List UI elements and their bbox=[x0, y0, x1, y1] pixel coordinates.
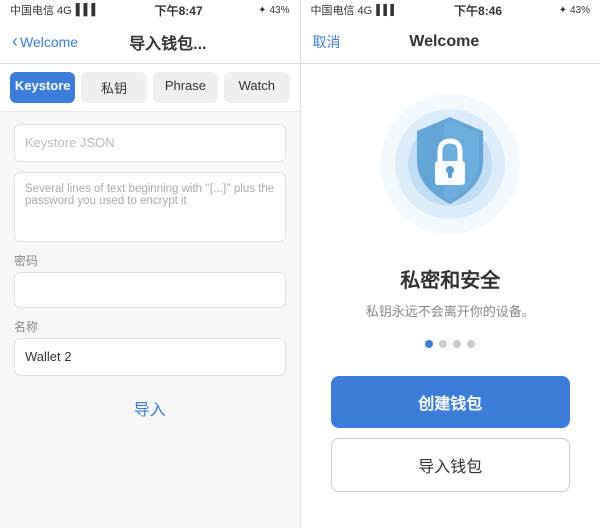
welcome-title: 私密和安全 bbox=[400, 264, 500, 293]
battery-right-wrap: ✦ 43% bbox=[559, 5, 590, 16]
status-bar-left: 中国电信 4G ▌▌▌ 下午8:47 ✦ 43% bbox=[0, 0, 300, 20]
password-section: 密码 bbox=[14, 252, 286, 308]
dot-4 bbox=[467, 340, 475, 348]
wallet-name-input[interactable]: Wallet 2 bbox=[14, 338, 286, 376]
status-bar-right: 中国电信 4G ▌▌▌ 下午8:46 ✦ 43% bbox=[301, 0, 600, 20]
status-carrier-left: 中国电信 4G ▌▌▌ bbox=[10, 2, 99, 18]
action-buttons: 创建钱包 导入钱包 bbox=[321, 376, 581, 492]
import-button[interactable]: 导入 bbox=[134, 396, 166, 420]
import-button-wrap: 导入 bbox=[14, 386, 286, 420]
welcome-subtitle: 私钥永远不会离开你的设备。 bbox=[366, 301, 535, 320]
dots-indicator bbox=[425, 340, 475, 348]
import-wallet-button[interactable]: 导入钱包 bbox=[331, 438, 571, 492]
battery-left: 43% bbox=[269, 5, 289, 16]
welcome-content: 私密和安全 私钥永远不会离开你的设备。 创建钱包 导入钱包 bbox=[301, 64, 600, 528]
dot-2 bbox=[439, 340, 447, 348]
keystore-field: Keystore JSON bbox=[14, 124, 286, 162]
status-right-left-area: 中国电信 4G ▌▌▌ bbox=[311, 2, 398, 18]
tab-bar: Keystore 私钥 Phrase Watch bbox=[0, 64, 300, 112]
right-panel: 中国电信 4G ▌▌▌ 下午8:46 ✦ 43% 取消 Welcome bbox=[301, 0, 600, 528]
battery-right: 43% bbox=[570, 5, 590, 16]
signal-icon-left: ▌▌▌ bbox=[76, 4, 99, 16]
dot-3 bbox=[453, 340, 461, 348]
hint-text: Several lines of text beginning with "{.… bbox=[14, 172, 286, 242]
tab-keystore[interactable]: Keystore bbox=[10, 72, 75, 103]
shield-illustration bbox=[370, 84, 530, 244]
create-wallet-button[interactable]: 创建钱包 bbox=[331, 376, 571, 428]
time-right: 下午8:46 bbox=[454, 2, 502, 19]
bluetooth-icon-right: ✦ bbox=[559, 5, 567, 16]
back-button[interactable]: ‹ Welcome bbox=[12, 31, 78, 52]
tab-phrase[interactable]: Phrase bbox=[153, 72, 218, 103]
name-section: 名称 Wallet 2 bbox=[14, 318, 286, 376]
password-label: 密码 bbox=[14, 252, 286, 269]
carrier-name-left: 中国电信 4G bbox=[10, 2, 72, 18]
time-left: 下午8:47 bbox=[155, 2, 203, 19]
nav-bar-right: 取消 Welcome bbox=[301, 20, 600, 64]
left-panel: 中国电信 4G ▌▌▌ 下午8:47 ✦ 43% ‹ Welcome 导入钱包.… bbox=[0, 0, 300, 528]
nav-bar-left: ‹ Welcome 导入钱包... bbox=[0, 20, 300, 64]
tab-watch[interactable]: Watch bbox=[224, 72, 289, 103]
signal-icon-right: ▌▌▌ bbox=[376, 5, 397, 16]
cancel-button[interactable]: 取消 bbox=[313, 32, 341, 52]
tab-private-key[interactable]: 私钥 bbox=[81, 72, 146, 103]
status-icons-left: ✦ 43% bbox=[258, 5, 289, 16]
dot-1 bbox=[425, 340, 433, 348]
keystore-input[interactable]: Keystore JSON bbox=[14, 124, 286, 162]
form-area: Keystore JSON Several lines of text begi… bbox=[0, 112, 300, 528]
carrier-right: 中国电信 4G bbox=[311, 2, 373, 18]
chevron-left-icon: ‹ bbox=[12, 31, 18, 52]
password-input[interactable] bbox=[14, 272, 286, 308]
bluetooth-icon-left: ✦ bbox=[258, 5, 266, 16]
nav-title-left: 导入钱包... bbox=[78, 30, 257, 54]
name-label: 名称 bbox=[14, 318, 286, 335]
back-label: Welcome bbox=[20, 34, 78, 50]
shield-svg bbox=[375, 89, 525, 239]
nav-title-right: Welcome bbox=[409, 33, 479, 51]
